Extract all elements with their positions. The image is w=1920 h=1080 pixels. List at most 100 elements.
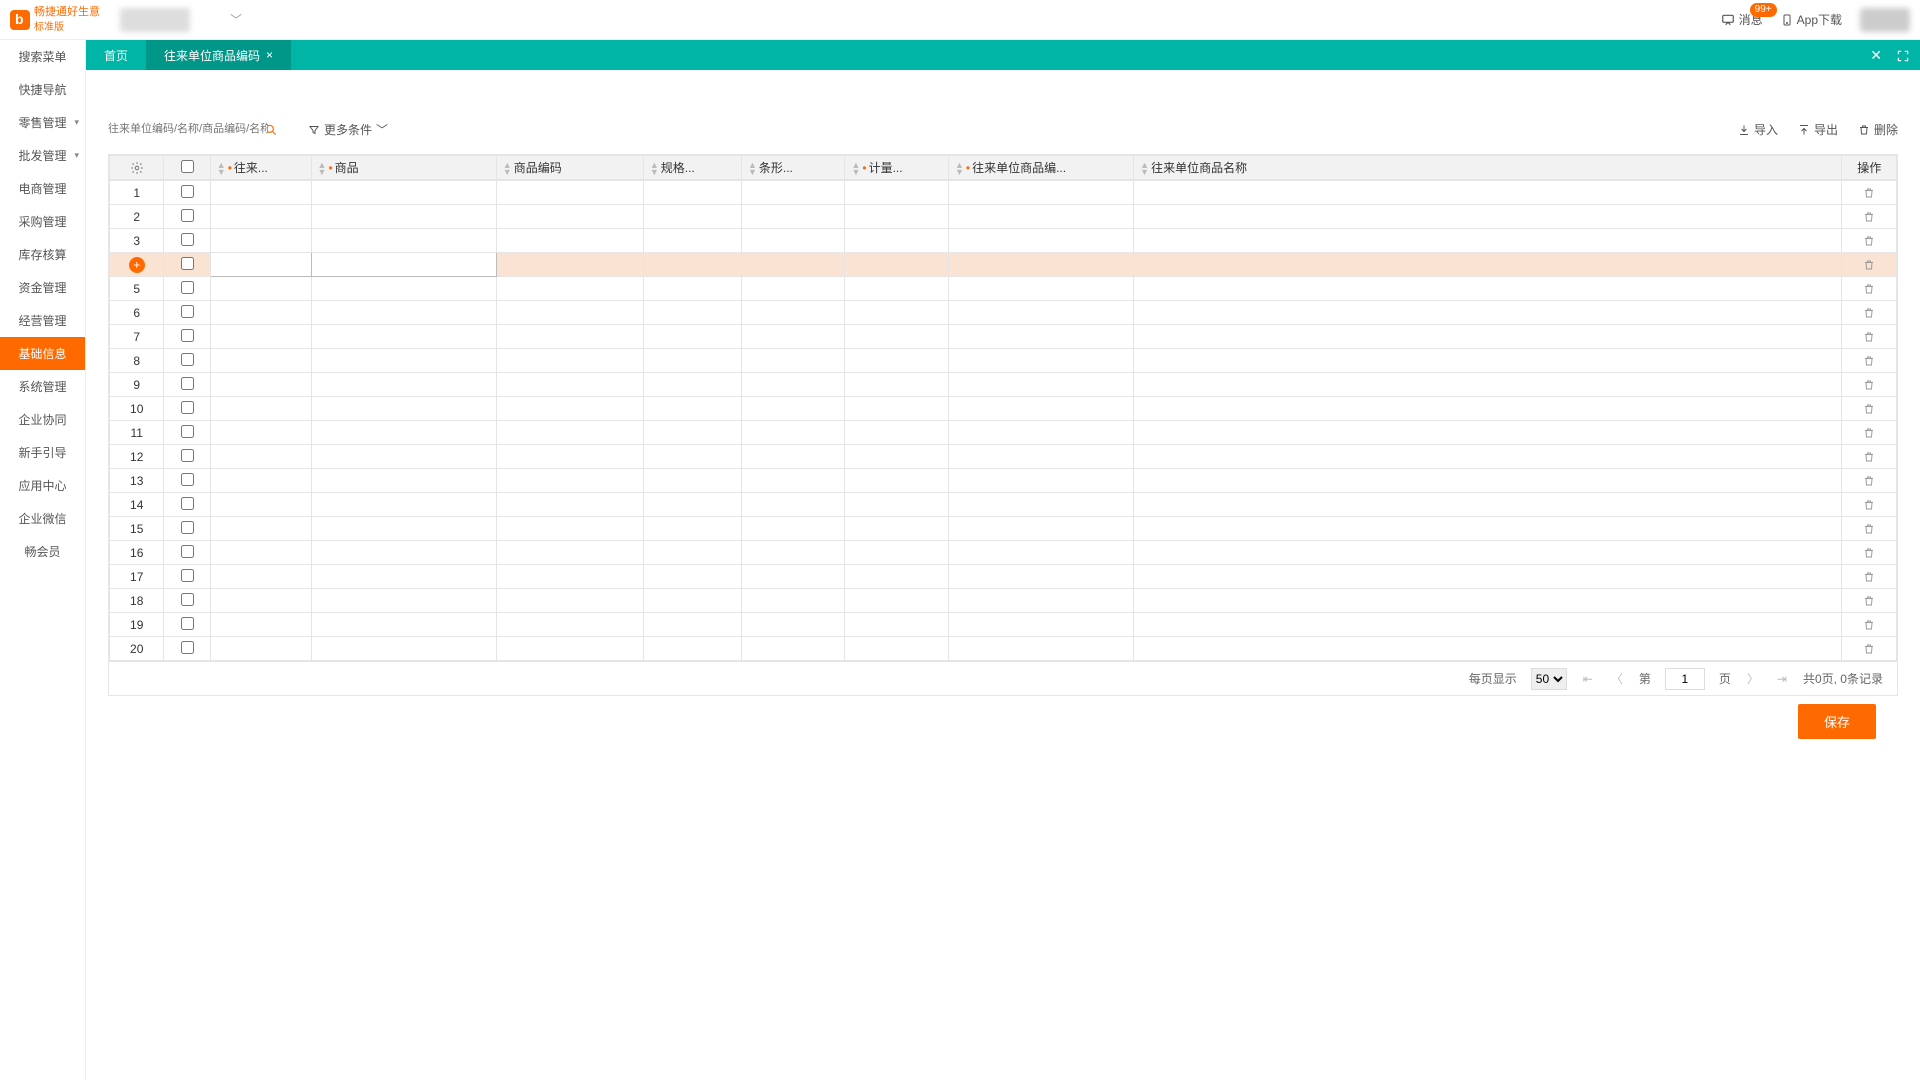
trash-icon[interactable]: [1863, 498, 1875, 512]
cell-spec[interactable]: [643, 421, 741, 445]
cell-partner_code[interactable]: [948, 205, 1133, 229]
cell-partner_name[interactable]: [1134, 565, 1842, 589]
table-row[interactable]: 14: [110, 493, 1897, 517]
delete-button[interactable]: 删除: [1858, 121, 1898, 138]
row-checkbox[interactable]: [181, 449, 194, 462]
cell-barcode[interactable]: [741, 253, 845, 277]
close-icon[interactable]: ×: [266, 48, 273, 62]
trash-icon[interactable]: [1863, 474, 1875, 488]
row-checkbox[interactable]: [181, 233, 194, 246]
row-checkbox[interactable]: [181, 353, 194, 366]
table-row[interactable]: 10: [110, 397, 1897, 421]
sidebar-item-0[interactable]: 搜索菜单: [0, 40, 85, 73]
cell-partner_code[interactable]: [948, 229, 1133, 253]
cell-product[interactable]: [311, 301, 496, 325]
column-header-spec[interactable]: ▲▼规格...: [643, 156, 741, 180]
row-checkbox[interactable]: [181, 593, 194, 606]
cell-uom[interactable]: [845, 517, 949, 541]
table-row[interactable]: 3: [110, 229, 1897, 253]
column-header-uom[interactable]: ▲▼•计量...: [845, 156, 949, 180]
cell-partner_name[interactable]: [1134, 445, 1842, 469]
cell-partner_code[interactable]: [948, 277, 1133, 301]
cell-barcode[interactable]: [741, 397, 845, 421]
cell-barcode[interactable]: [741, 325, 845, 349]
select-all-checkbox[interactable]: [181, 160, 194, 173]
cell-partner[interactable]: [210, 325, 311, 349]
table-row[interactable]: 8: [110, 349, 1897, 373]
cell-product_code[interactable]: [496, 421, 643, 445]
cell-spec[interactable]: [643, 589, 741, 613]
cell-barcode[interactable]: [741, 301, 845, 325]
cell-product[interactable]: [311, 397, 496, 421]
cell-partner_code[interactable]: [948, 325, 1133, 349]
cell-partner_code[interactable]: [948, 253, 1133, 277]
cell-spec[interactable]: [643, 565, 741, 589]
page-next-icon[interactable]: 〉: [1745, 670, 1761, 687]
column-header-product_code[interactable]: ▲▼商品编码: [496, 156, 643, 180]
sidebar-item-6[interactable]: 库存核算: [0, 238, 85, 271]
trash-icon[interactable]: [1863, 570, 1875, 584]
trash-icon[interactable]: [1863, 450, 1875, 464]
cell-product_code[interactable]: [496, 637, 643, 661]
row-checkbox[interactable]: [181, 401, 194, 414]
cell-barcode[interactable]: [741, 517, 845, 541]
cell-partner_name[interactable]: [1134, 253, 1842, 277]
cell-barcode[interactable]: [741, 493, 845, 517]
page-last-icon[interactable]: ⇥: [1775, 672, 1789, 686]
cell-partner[interactable]: [210, 589, 311, 613]
per-page-select[interactable]: 50: [1531, 668, 1567, 690]
cell-uom[interactable]: [845, 421, 949, 445]
cell-spec[interactable]: [643, 469, 741, 493]
cell-partner_code[interactable]: [948, 565, 1133, 589]
trash-icon[interactable]: [1863, 306, 1875, 320]
sidebar-item-1[interactable]: 快捷导航: [0, 73, 85, 106]
sidebar-item-12[interactable]: 新手引导: [0, 436, 85, 469]
cell-partner_name[interactable]: [1134, 541, 1842, 565]
cell-product_code[interactable]: [496, 565, 643, 589]
cell-partner_name[interactable]: [1134, 373, 1842, 397]
cell-barcode[interactable]: [741, 277, 845, 301]
select-all-header[interactable]: [164, 156, 210, 180]
sidebar-item-8[interactable]: 经营管理: [0, 304, 85, 337]
cell-partner[interactable]: [210, 277, 311, 301]
cell-uom[interactable]: [845, 589, 949, 613]
cell-partner_name[interactable]: [1134, 349, 1842, 373]
cell-product[interactable]: [311, 181, 496, 205]
trash-icon[interactable]: [1863, 426, 1875, 440]
row-checkbox[interactable]: [181, 281, 194, 294]
row-checkbox[interactable]: [181, 569, 194, 582]
cell-partner_code[interactable]: [948, 493, 1133, 517]
cell-partner_code[interactable]: [948, 517, 1133, 541]
table-row[interactable]: 2: [110, 205, 1897, 229]
cell-barcode[interactable]: [741, 205, 845, 229]
table-row[interactable]: 13: [110, 469, 1897, 493]
page-prev-icon[interactable]: 〈: [1609, 670, 1625, 687]
cell-product_code[interactable]: [496, 541, 643, 565]
cell-product[interactable]: [311, 325, 496, 349]
cell-uom[interactable]: [845, 565, 949, 589]
cell-barcode[interactable]: [741, 541, 845, 565]
trash-icon[interactable]: [1863, 234, 1875, 248]
cell-spec[interactable]: [643, 397, 741, 421]
cell-product_code[interactable]: [496, 181, 643, 205]
row-checkbox[interactable]: [181, 377, 194, 390]
trash-icon[interactable]: [1863, 522, 1875, 536]
cell-partner[interactable]: [210, 229, 311, 253]
cell-uom[interactable]: [845, 613, 949, 637]
cell-spec[interactable]: [643, 349, 741, 373]
cell-partner[interactable]: [210, 469, 311, 493]
table-row[interactable]: 11: [110, 421, 1897, 445]
cell-product[interactable]: [311, 421, 496, 445]
cell-partner[interactable]: [210, 493, 311, 517]
trash-icon[interactable]: [1863, 594, 1875, 608]
cell-partner[interactable]: [210, 445, 311, 469]
cell-product[interactable]: [311, 229, 496, 253]
cell-product_code[interactable]: [496, 469, 643, 493]
table-row[interactable]: 5: [110, 277, 1897, 301]
column-header-partner_code[interactable]: ▲▼•往来单位商品编...: [948, 156, 1133, 180]
cell-partner[interactable]: [210, 541, 311, 565]
column-header-barcode[interactable]: ▲▼条形...: [741, 156, 845, 180]
table-row[interactable]: 17: [110, 565, 1897, 589]
cell-barcode[interactable]: [741, 469, 845, 493]
table-row[interactable]: 12: [110, 445, 1897, 469]
